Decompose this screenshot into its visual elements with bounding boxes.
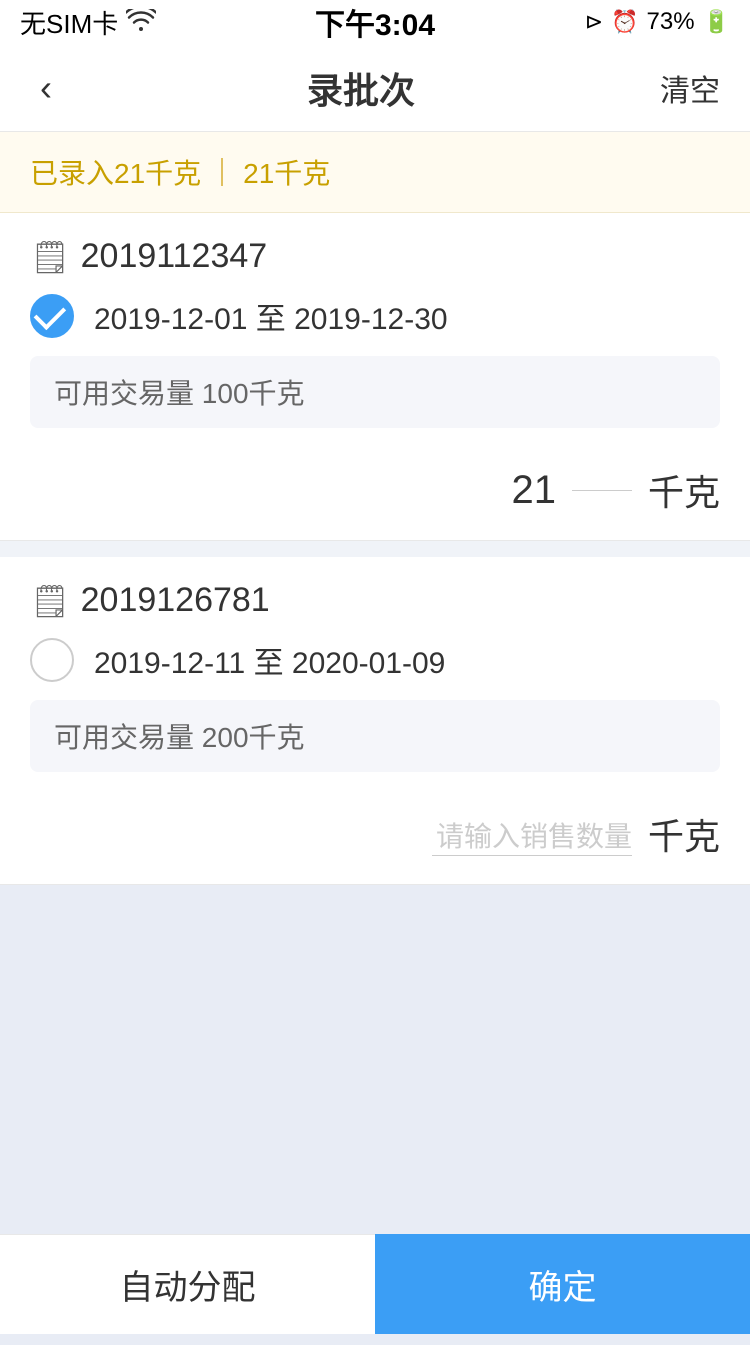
batch-checkbox-1[interactable] bbox=[30, 294, 74, 338]
quantity-input-2[interactable] bbox=[432, 813, 632, 856]
batch-doc-icon-2: 🗒 bbox=[30, 582, 71, 620]
summary-bar: 已录入21千克 21千克 bbox=[0, 132, 750, 213]
batch-date-row-1: 2019-12-01 至 2019-12-30 bbox=[0, 286, 750, 348]
alarm-icon: ⏰ bbox=[611, 9, 638, 35]
auto-distribute-button[interactable]: 自动分配 bbox=[0, 1234, 375, 1334]
carrier-text: 无SIM卡 bbox=[20, 4, 118, 41]
availability-label-2: 可用交易量 bbox=[54, 722, 194, 753]
item-separator bbox=[0, 541, 750, 557]
clear-button[interactable]: 清空 bbox=[660, 66, 720, 110]
batch-item-1: 🗒 2019112347 2019-12-01 至 2019-12-30 可用交… bbox=[0, 213, 750, 541]
quantity-unit-2: 千克 bbox=[648, 808, 720, 860]
batch-header-2: 🗒 2019126781 bbox=[0, 557, 750, 630]
quantity-row-1: 21 千克 bbox=[0, 448, 750, 541]
battery-icon: 🔋 bbox=[703, 9, 730, 35]
wifi-icon bbox=[126, 7, 156, 38]
batch-number-2: 2019126781 bbox=[81, 581, 270, 620]
batch-item-2: 🗒 2019126781 2019-12-11 至 2020-01-09 可用交… bbox=[0, 557, 750, 885]
batch-availability-2: 可用交易量 200千克 bbox=[30, 700, 720, 772]
quantity-value-1: 21 bbox=[496, 468, 556, 513]
location-icon: ⊳ bbox=[585, 9, 603, 35]
batch-number-1: 2019112347 bbox=[81, 237, 268, 276]
content-area: 🗒 2019112347 2019-12-01 至 2019-12-30 可用交… bbox=[0, 213, 750, 1345]
batch-doc-icon-1: 🗒 bbox=[30, 238, 71, 276]
bottom-bar: 自动分配 确定 bbox=[0, 1234, 750, 1334]
summary-total: 21千克 bbox=[243, 152, 330, 192]
confirm-button[interactable]: 确定 bbox=[375, 1234, 750, 1334]
batch-date-1: 2019-12-01 至 2019-12-30 bbox=[94, 294, 448, 338]
back-button[interactable]: ‹ bbox=[30, 57, 62, 119]
status-bar: 无SIM卡 下午3:04 ⊳ ⏰ 73% 🔋 bbox=[0, 0, 750, 44]
summary-divider bbox=[221, 158, 223, 186]
nav-bar: ‹ 录批次 清空 bbox=[0, 44, 750, 132]
batch-checkbox-2[interactable] bbox=[30, 638, 74, 682]
status-left: 无SIM卡 bbox=[20, 4, 156, 41]
batch-date-2: 2019-12-11 至 2020-01-09 bbox=[94, 638, 445, 682]
batch-header-1: 🗒 2019112347 bbox=[0, 213, 750, 286]
status-time: 下午3:04 bbox=[315, 0, 435, 44]
battery-text: 73% bbox=[647, 8, 695, 36]
batch-availability-1: 可用交易量 100千克 bbox=[30, 356, 720, 428]
status-right: ⊳ ⏰ 73% 🔋 bbox=[585, 8, 730, 36]
availability-label-1: 可用交易量 bbox=[54, 378, 194, 409]
quantity-unit-1: 千克 bbox=[648, 464, 720, 516]
quantity-row-2: 千克 bbox=[0, 792, 750, 885]
page-title: 录批次 bbox=[307, 62, 415, 114]
summary-recorded: 已录入21千克 bbox=[30, 152, 201, 192]
batch-date-row-2: 2019-12-11 至 2020-01-09 bbox=[0, 630, 750, 692]
